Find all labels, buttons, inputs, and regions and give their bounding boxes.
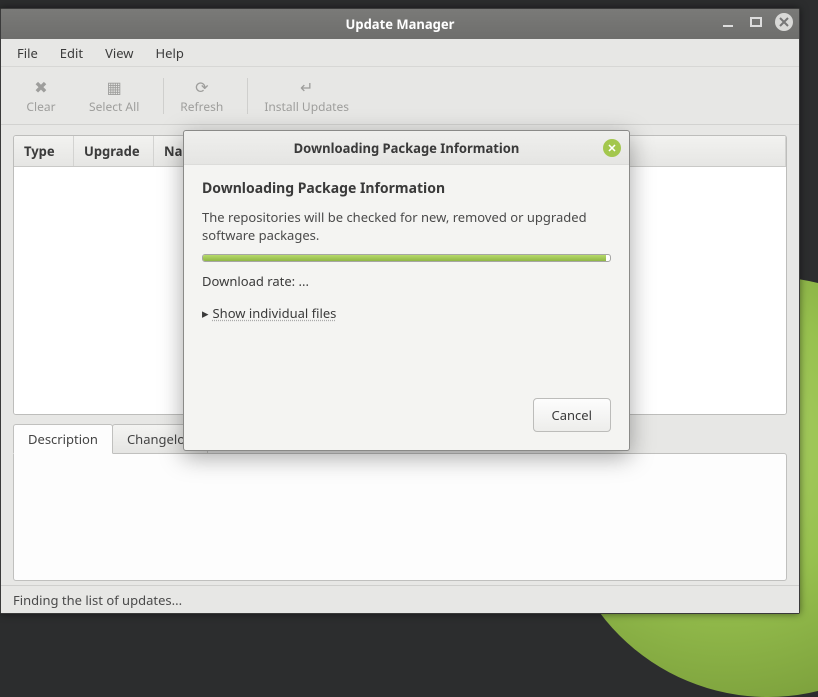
progress-bar [202, 254, 611, 262]
dialog-heading: Downloading Package Information [202, 179, 611, 198]
modal-overlay: Downloading Package Information ✕ Downlo… [0, 0, 818, 617]
progress-fill [203, 255, 606, 261]
download-dialog: Downloading Package Information ✕ Downlo… [183, 130, 630, 451]
dialog-description: The repositories will be checked for new… [202, 208, 611, 244]
dialog-close-button[interactable]: ✕ [603, 139, 621, 157]
chevron-right-icon: ▸ [202, 304, 209, 322]
expander-label: Show individual files [213, 304, 337, 322]
cancel-button[interactable]: Cancel [533, 398, 611, 432]
tab-description[interactable]: Description [13, 424, 113, 454]
dialog-title: Downloading Package Information [294, 139, 520, 157]
dialog-titlebar: Downloading Package Information ✕ [184, 131, 629, 165]
show-individual-files-expander[interactable]: ▸ Show individual files [202, 304, 611, 322]
close-icon: ✕ [607, 141, 616, 156]
download-rate: Download rate: ... [202, 272, 611, 290]
